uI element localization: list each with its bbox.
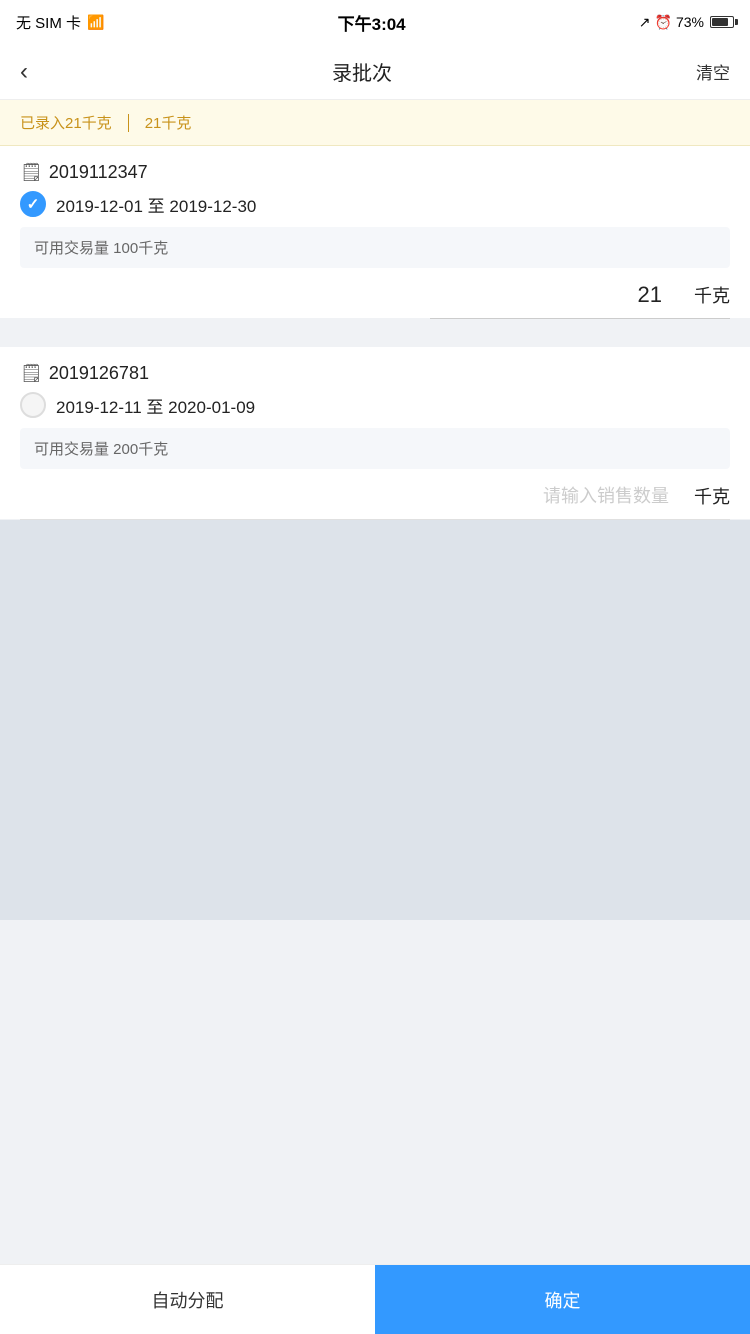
batch2-date: 2019-12-11 至 2020-01-09 bbox=[56, 393, 255, 418]
batch1-qty-unit: 千克 bbox=[694, 282, 730, 308]
batch1-date: 2019-12-01 至 2019-12-30 bbox=[56, 192, 256, 217]
batch1-id: 2019112347 bbox=[49, 162, 148, 183]
nav-bar: ‹ 录批次 清空 bbox=[0, 44, 750, 100]
batch1-avail-box: 可用交易量 100千克 bbox=[20, 227, 730, 268]
batch2-header: 🗒 2019126781 bbox=[20, 363, 730, 384]
wifi-icon: 📶 bbox=[87, 14, 104, 31]
back-button[interactable]: ‹ bbox=[20, 58, 28, 86]
gray-area bbox=[0, 520, 750, 920]
batch1-qty-value: 21 bbox=[638, 282, 662, 308]
page-title: 录批次 bbox=[332, 57, 392, 86]
batch2-qty-unit: 千克 bbox=[694, 483, 730, 509]
batch1-avail-text: 可用交易量 100千克 bbox=[34, 240, 168, 257]
batch-card-1: 🗒 2019112347 2019-12-01 至 2019-12-30 可用交… bbox=[0, 146, 750, 268]
batch2-avail-text: 可用交易量 200千克 bbox=[34, 441, 168, 458]
batch1-date-row[interactable]: 2019-12-01 至 2019-12-30 bbox=[20, 191, 730, 217]
batch2-avail-box: 可用交易量 200千克 bbox=[20, 428, 730, 469]
batch2-radio[interactable] bbox=[20, 392, 46, 418]
confirm-button[interactable]: 确定 bbox=[375, 1265, 750, 1334]
batch1-header: 🗒 2019112347 bbox=[20, 162, 730, 183]
batch1-radio[interactable] bbox=[20, 191, 46, 217]
bottom-bar: 自动分配 确定 bbox=[0, 1264, 750, 1334]
sim-label: 无 SIM 卡 bbox=[16, 12, 81, 33]
summary-banner: 已录入21千克 21千克 bbox=[0, 100, 750, 146]
batch2-input-row: 千克 bbox=[0, 469, 750, 519]
batch1-icon: 🗒 bbox=[20, 162, 43, 183]
batch2-qty-input[interactable] bbox=[452, 486, 684, 507]
section-gap-1 bbox=[0, 335, 750, 347]
batch-card-2: 🗒 2019126781 2019-12-11 至 2020-01-09 可用交… bbox=[0, 347, 750, 469]
batch2-id: 2019126781 bbox=[49, 363, 149, 384]
clear-button[interactable]: 清空 bbox=[696, 59, 730, 84]
alarm-icon: ⏰ bbox=[655, 14, 672, 31]
battery-icon bbox=[710, 16, 734, 28]
status-left: 无 SIM 卡 📶 bbox=[16, 12, 104, 33]
location-icon: ↗ bbox=[639, 14, 651, 31]
auto-distribute-button[interactable]: 自动分配 bbox=[0, 1265, 375, 1334]
status-bar: 无 SIM 卡 📶 下午3:04 ↗ ⏰ 73% bbox=[0, 0, 750, 44]
summary-label2: 21千克 bbox=[145, 112, 192, 133]
batch2-date-row[interactable]: 2019-12-11 至 2020-01-09 bbox=[20, 392, 730, 418]
summary-label1: 已录入21千克 bbox=[20, 112, 112, 133]
batch1-qty-row: 21 千克 bbox=[0, 268, 750, 318]
summary-divider bbox=[128, 114, 129, 132]
battery-text: 73% bbox=[676, 14, 704, 30]
batch2-icon: 🗒 bbox=[20, 363, 43, 384]
status-time: 下午3:04 bbox=[338, 10, 406, 35]
status-right: ↗ ⏰ 73% bbox=[639, 14, 734, 31]
